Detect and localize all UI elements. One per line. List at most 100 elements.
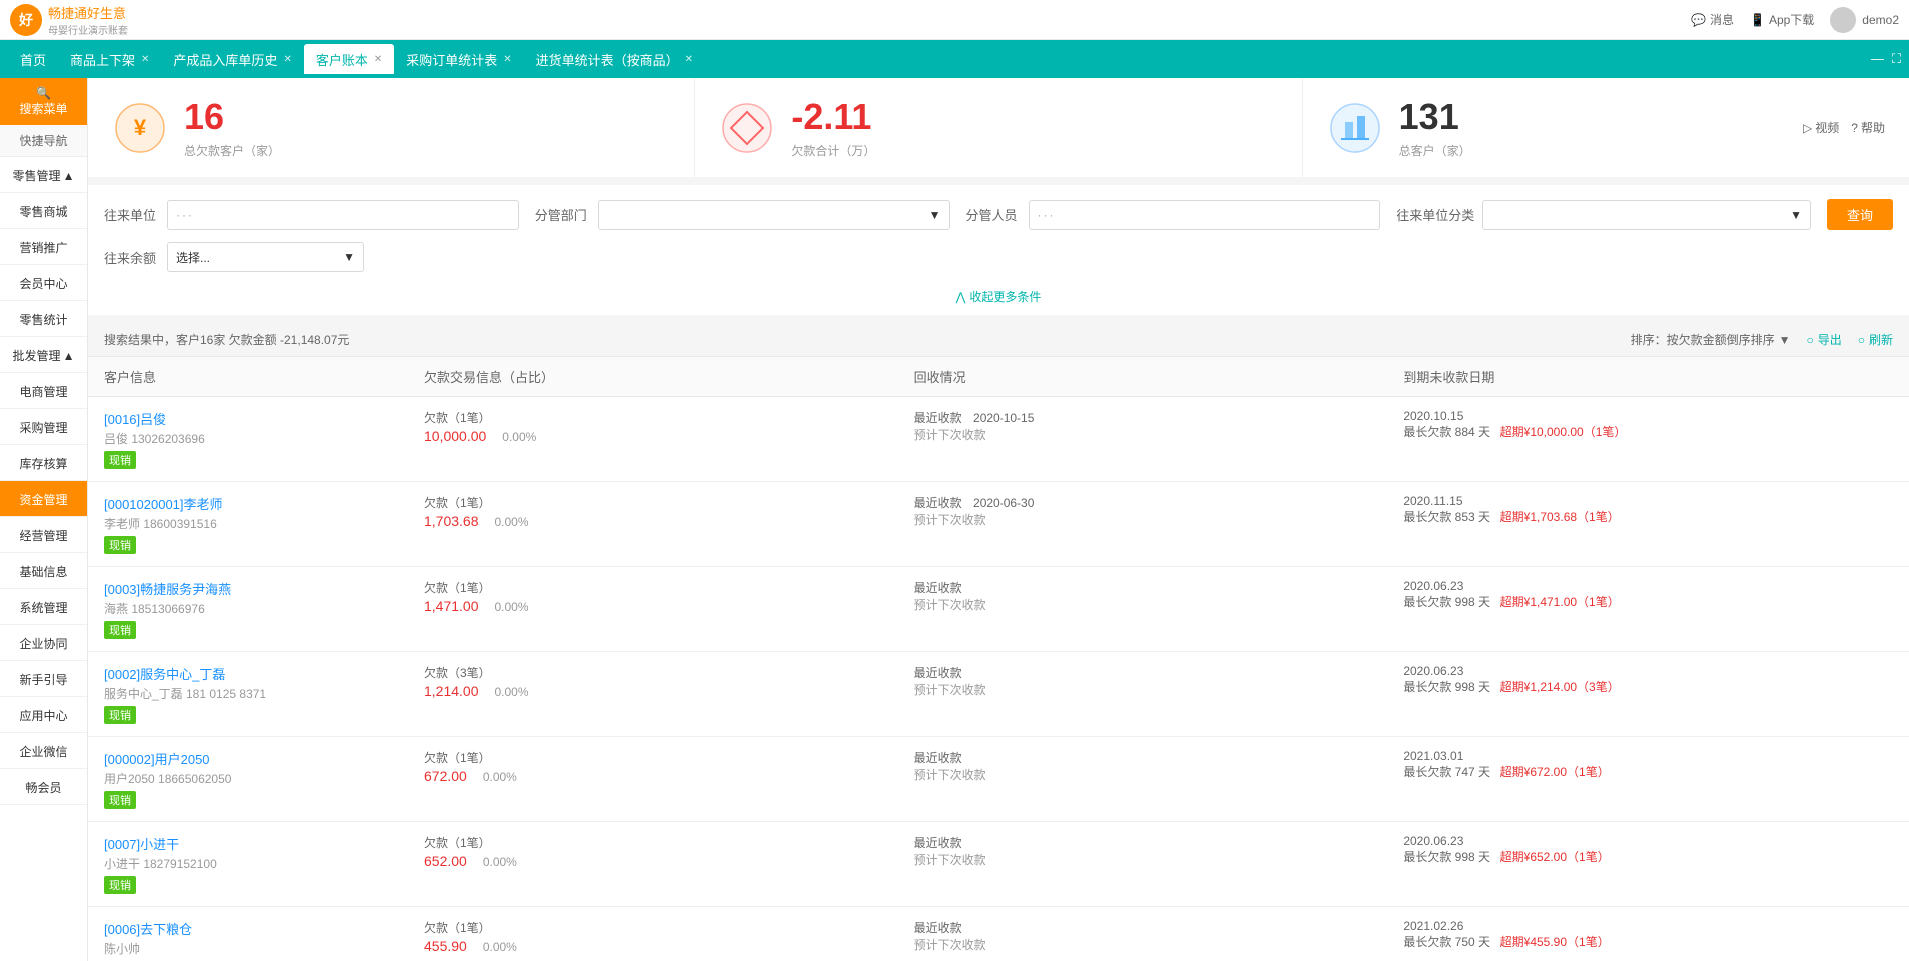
top-bar-right: 💬 消息 📱 App下载 demo2: [1691, 7, 1899, 33]
sidebar-item-system[interactable]: 系统管理: [0, 589, 87, 625]
nav-tabs: 首页 商品上下架 ✕ 产成品入库单历史 ✕ 客户账本 ✕ 采购订单统计表 ✕ 进…: [0, 40, 1909, 78]
filter-manager: 分管人员 ···: [966, 200, 1381, 230]
sidebar-item-app-center[interactable]: 应用中心: [0, 697, 87, 733]
sidebar-item-enterprise-label: 企业协同: [19, 637, 67, 651]
overdue-days-6: 最长欠款 750 天: [1403, 935, 1490, 949]
tab-production[interactable]: 产成品入库单历史 ✕: [161, 44, 303, 74]
user-menu[interactable]: demo2: [1830, 7, 1899, 33]
next-collection-1: 预计下次收款: [914, 511, 1404, 528]
customer-cell-0: [0016]吕俊 吕俊 13026203696 现销: [104, 409, 424, 469]
sidebar-item-finance-label: 资金管理: [19, 493, 67, 507]
overdue-amount-4[interactable]: 超期¥672.00（1笔）: [1500, 765, 1610, 779]
sidebar-item-corp-wechat[interactable]: 企业微信: [0, 733, 87, 769]
sidebar-item-inventory[interactable]: 库存核算: [0, 445, 87, 481]
overdue-amount-2[interactable]: 超期¥1,471.00（1笔）: [1500, 595, 1620, 609]
maximize-button[interactable]: ⛶: [1892, 51, 1901, 67]
sidebar-item-wholesale-mgmt[interactable]: 批发管理 ▲: [0, 337, 87, 373]
customer-tag-1: 现销: [104, 536, 136, 554]
customer-name-0[interactable]: [0016]吕俊: [104, 409, 424, 428]
tab-customer-account-label: 客户账本: [316, 50, 368, 69]
sort-selector[interactable]: 排序：按欠款金额倒序排序 ▼: [1631, 331, 1791, 348]
sidebar-item-operation[interactable]: 经营管理: [0, 517, 87, 553]
refresh-label: 刷新: [1869, 331, 1893, 348]
manager-dots: ···: [1038, 208, 1056, 222]
recovery-cell-4: 最近收款 预计下次收款: [914, 749, 1404, 809]
unit-type-select[interactable]: ▼: [1482, 200, 1811, 230]
recovery-cell-2: 最近收款 预计下次收款: [914, 579, 1404, 639]
source-unit-input[interactable]: ···: [167, 200, 519, 230]
stat-info-total-debt: -2.11 欠款合计（万）: [791, 96, 875, 159]
tab-products-close[interactable]: ✕: [141, 54, 149, 65]
tab-purchase-stats-close[interactable]: ✕: [685, 54, 693, 65]
sort-label: 排序：按欠款金额倒序排序: [1631, 331, 1775, 348]
sidebar-item-guide[interactable]: 新手引导: [0, 661, 87, 697]
sidebar-quick-nav[interactable]: 快捷导航: [0, 125, 87, 157]
sidebar-search[interactable]: 🔍 搜索菜单: [0, 78, 87, 125]
logo: 好 畅捷通好生意 母婴行业演示账套: [10, 3, 220, 37]
filter-unit-type-label: 往来单位分类: [1396, 205, 1474, 224]
sidebar-item-basic-info[interactable]: 基础信息: [0, 553, 87, 589]
col-due-date: 到期未收款日期: [1403, 367, 1893, 386]
dept-select[interactable]: ▼: [598, 200, 950, 230]
customer-name-3[interactable]: [0002]服务中心_丁磊: [104, 664, 424, 683]
overdue-days-3: 最长欠款 998 天: [1403, 680, 1490, 694]
customer-name-6[interactable]: [0006]去下粮仓: [104, 919, 424, 938]
customer-cell-3: [0002]服务中心_丁磊 服务中心_丁磊 181 0125 8371 现销: [104, 664, 424, 724]
sidebar-item-purchase-label: 采购管理: [19, 421, 67, 435]
tab-products[interactable]: 商品上下架 ✕: [58, 44, 161, 74]
sidebar-item-vip-label: 畅会员: [25, 781, 61, 795]
overdue-amount-6[interactable]: 超期¥455.90（1笔）: [1500, 935, 1610, 949]
minimize-button[interactable]: —: [1871, 51, 1884, 67]
refresh-button[interactable]: ○ 刷新: [1858, 331, 1893, 348]
help-icon: ?: [1851, 121, 1858, 135]
export-button[interactable]: ○ 导出: [1806, 331, 1841, 348]
tab-customer-account-close[interactable]: ✕: [374, 54, 382, 65]
customer-name-5[interactable]: [0007]小进干: [104, 834, 424, 853]
customer-name-2[interactable]: [0003]畅捷服务尹海燕: [104, 579, 424, 598]
sidebar-item-retail-mgmt[interactable]: 零售管理 ▲: [0, 157, 87, 193]
sidebar-item-retail-mall[interactable]: 零售商城: [0, 193, 87, 229]
sidebar-item-retail-stats[interactable]: 零售统计: [0, 301, 87, 337]
customer-name-1[interactable]: [0001020001]李老师: [104, 494, 424, 513]
tab-production-close[interactable]: ✕: [283, 54, 291, 65]
app-download-button[interactable]: 📱 App下载: [1750, 11, 1814, 28]
overdue-amount-3[interactable]: 超期¥1,214.00（3笔）: [1500, 680, 1620, 694]
collapse-button[interactable]: ⋀ 收起更多条件: [104, 284, 1893, 309]
sidebar-item-enterprise[interactable]: 企业协同: [0, 625, 87, 661]
sidebar-item-purchase[interactable]: 采购管理: [0, 409, 87, 445]
tab-purchase-stats[interactable]: 进货单统计表（按商品） ✕: [524, 44, 705, 74]
table-row: [0007]小进干 小进干 18279152100 现销 欠款（1笔） 652.…: [88, 822, 1909, 907]
help-button[interactable]: ? 帮助: [1851, 119, 1885, 136]
tab-purchase-order[interactable]: 采购订单统计表 ✕: [394, 44, 523, 74]
tab-home[interactable]: 首页: [8, 44, 58, 74]
tab-purchase-order-close[interactable]: ✕: [503, 54, 511, 65]
tab-customer-account[interactable]: 客户账本 ✕: [304, 44, 394, 74]
sidebar-item-finance[interactable]: 资金管理: [0, 481, 87, 517]
message-icon: 💬: [1691, 13, 1706, 27]
sidebar-item-retail-mall-label: 零售商城: [19, 205, 67, 219]
view-button[interactable]: ▷ 视频: [1803, 119, 1839, 136]
stat-card-total-debt: -2.11 欠款合计（万）: [695, 78, 1302, 177]
overdue-amount-5[interactable]: 超期¥652.00（1笔）: [1500, 850, 1610, 864]
sidebar-item-system-label: 系统管理: [19, 601, 67, 615]
balance-select[interactable]: 选择... ▼: [167, 242, 364, 272]
query-button[interactable]: 查询: [1827, 199, 1893, 230]
overdue-amount-0[interactable]: 超期¥10,000.00（1笔）: [1500, 425, 1627, 439]
debt-ratio-6: 0.00%: [483, 940, 517, 954]
sidebar-item-member[interactable]: 会员中心: [0, 265, 87, 301]
table-header: 客户信息 欠款交易信息（占比） 回收情况 到期未收款日期: [88, 357, 1909, 397]
customer-cell-6: [0006]去下粮仓 陈小帅 现销: [104, 919, 424, 961]
app-icon: 📱: [1750, 13, 1765, 27]
debt-cell-2: 欠款（1笔） 1,471.00 0.00%: [424, 579, 914, 639]
sidebar-item-vip[interactable]: 畅会员: [0, 769, 87, 805]
debt-cell-0: 欠款（1笔） 10,000.00 0.00%: [424, 409, 914, 469]
message-button[interactable]: 💬 消息: [1691, 11, 1734, 28]
manager-input[interactable]: ···: [1029, 200, 1381, 230]
sidebar-item-retail-mgmt-label: 零售管理: [13, 167, 61, 184]
due-date-cell-5: 2020.06.23 最长欠款 998 天 超期¥652.00（1笔）: [1403, 834, 1893, 894]
sidebar-item-ecommerce[interactable]: 电商管理: [0, 373, 87, 409]
sidebar-item-marketing[interactable]: 营销推广: [0, 229, 87, 265]
customer-name-4[interactable]: [000002]用户2050: [104, 749, 424, 768]
due-date-cell-3: 2020.06.23 最长欠款 998 天 超期¥1,214.00（3笔）: [1403, 664, 1893, 724]
overdue-amount-1[interactable]: 超期¥1,703.68（1笔）: [1500, 510, 1620, 524]
